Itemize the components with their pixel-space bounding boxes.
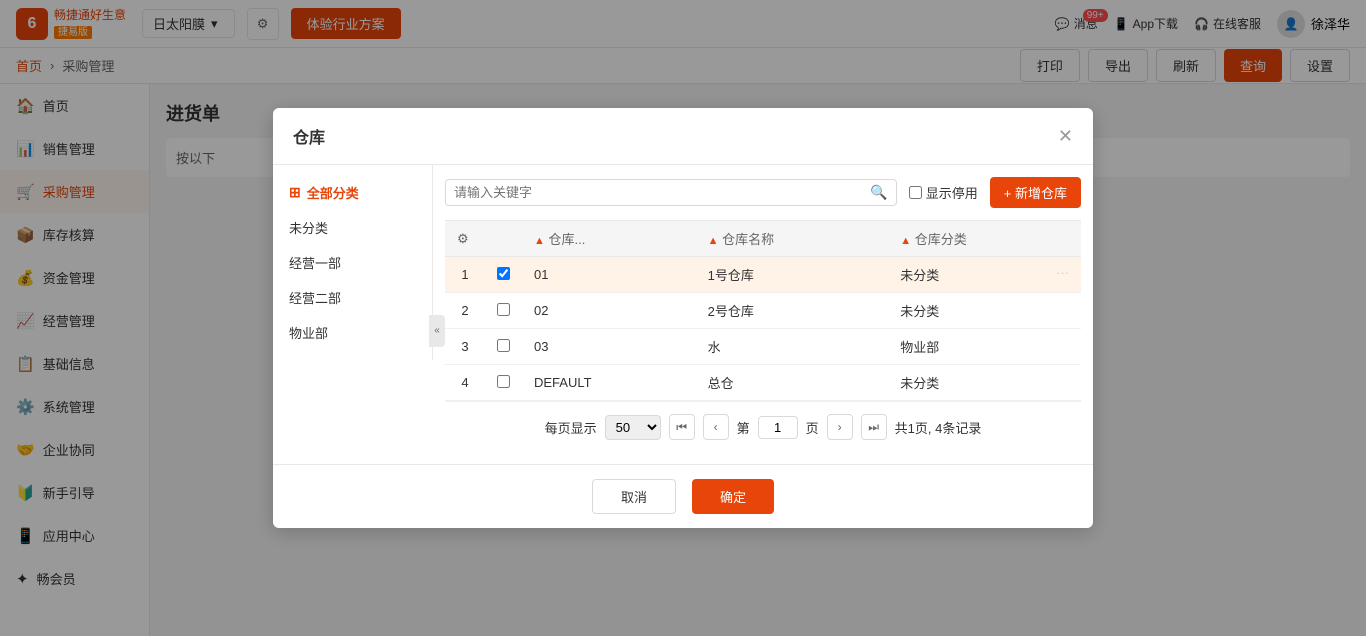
row-category: 物业部 — [888, 329, 1081, 365]
row-code: 03 — [522, 329, 696, 365]
row-checkbox[interactable] — [485, 365, 522, 401]
row-name: 2号仓库 — [696, 293, 889, 329]
cancel-button[interactable]: 取消 — [592, 479, 676, 514]
search-icon[interactable]: 🔍 — [870, 184, 887, 201]
collapse-category-button[interactable]: « — [429, 315, 445, 347]
category-item-ops2[interactable]: 经营二部 — [273, 280, 432, 315]
row-category: 未分类 — [888, 365, 1081, 401]
warehouse-modal: 仓库 ✕ ⊞ 全部分类 未分类 经营一部 — [273, 108, 1093, 528]
row-checkbox[interactable] — [485, 293, 522, 329]
next-page-button[interactable]: › — [827, 414, 853, 440]
table-row[interactable]: 1 01 1号仓库 未分类··· — [445, 257, 1081, 293]
category-all[interactable]: ⊞ 全部分类 — [273, 175, 432, 210]
row-actions-icon[interactable]: ··· — [1056, 265, 1069, 280]
row-code: 01 — [522, 257, 696, 293]
category-panel-wrap: ⊞ 全部分类 未分类 经营一部 经营二部 物业部 — [273, 165, 433, 464]
show-disabled-label: 显示停用 — [909, 183, 978, 202]
confirm-button[interactable]: 确定 — [692, 479, 774, 514]
modal-header: 仓库 ✕ — [273, 108, 1093, 165]
row-category: 未分类 — [888, 293, 1081, 329]
table-container: ⚙ ▲ 仓库... ▲ 仓库名称 — [445, 220, 1081, 401]
search-input-wrap: 🔍 — [445, 179, 897, 206]
table-header-row: ⚙ ▲ 仓库... ▲ 仓库名称 — [445, 221, 1081, 257]
first-page-button[interactable]: ⏮ — [669, 414, 695, 440]
row-checkbox[interactable] — [485, 329, 522, 365]
row-no: 2 — [445, 293, 485, 329]
row-name: 总仓 — [696, 365, 889, 401]
row-no: 3 — [445, 329, 485, 365]
table-row[interactable]: 2 02 2号仓库 未分类 — [445, 293, 1081, 329]
modal-title: 仓库 — [293, 124, 325, 148]
table-toolbar: 🔍 显示停用 + 新增仓库 — [445, 177, 1081, 208]
table-row[interactable]: 3 03 水 物业部 — [445, 329, 1081, 365]
sort-icon-name: ▲ — [708, 235, 719, 247]
category-panel: ⊞ 全部分类 未分类 经营一部 经营二部 物业部 — [273, 165, 433, 360]
category-item-property[interactable]: 物业部 — [273, 315, 432, 350]
warehouse-table: ⚙ ▲ 仓库... ▲ 仓库名称 — [445, 220, 1081, 401]
grid-icon: ⊞ — [289, 184, 301, 201]
row-code: DEFAULT — [522, 365, 696, 401]
prev-page-button[interactable]: ‹ — [703, 414, 729, 440]
modal-overlay: 仓库 ✕ ⊞ 全部分类 未分类 经营一部 — [0, 0, 1366, 636]
last-page-button[interactable]: ⏭ — [861, 414, 887, 440]
modal-body: ⊞ 全部分类 未分类 经营一部 经营二部 物业部 — [273, 165, 1093, 464]
col-header-code: ▲ 仓库... — [522, 221, 696, 257]
sort-icon-category: ▲ — [900, 235, 911, 247]
modal-close-button[interactable]: ✕ — [1058, 127, 1073, 145]
show-disabled-checkbox[interactable] — [909, 186, 922, 199]
row-checkbox[interactable] — [485, 257, 522, 293]
modal-footer: 取消 确定 — [273, 464, 1093, 528]
page-info: 共1页, 4条记录 — [895, 418, 982, 437]
per-page-select[interactable]: 50 100 — [605, 415, 661, 440]
col-header-gear: ⚙ — [445, 221, 485, 257]
sort-icon-code: ▲ — [534, 235, 545, 247]
pagination: 每页显示 50 100 ⏮ ‹ 第 页 › ⏭ 共1页, 4条记录 — [445, 401, 1081, 452]
warehouse-table-body: 1 01 1号仓库 未分类··· 2 02 2号仓库 未分类 3 03 水 物业… — [445, 257, 1081, 401]
col-header-check — [485, 221, 522, 257]
category-item-ops1[interactable]: 经营一部 — [273, 245, 432, 280]
col-header-name: ▲ 仓库名称 — [696, 221, 889, 257]
col-header-category: ▲ 仓库分类 — [888, 221, 1081, 257]
search-input[interactable] — [454, 185, 870, 200]
row-no: 4 — [445, 365, 485, 401]
row-code: 02 — [522, 293, 696, 329]
category-item-unclassified[interactable]: 未分类 — [273, 210, 432, 245]
row-category: 未分类··· — [888, 257, 1081, 293]
add-warehouse-button[interactable]: + 新增仓库 — [990, 177, 1081, 208]
row-name: 1号仓库 — [696, 257, 889, 293]
row-no: 1 — [445, 257, 485, 293]
row-name: 水 — [696, 329, 889, 365]
table-panel: 🔍 显示停用 + 新增仓库 ⚙ — [433, 165, 1093, 464]
table-row[interactable]: 4 DEFAULT 总仓 未分类 — [445, 365, 1081, 401]
page-input[interactable] — [758, 416, 798, 439]
